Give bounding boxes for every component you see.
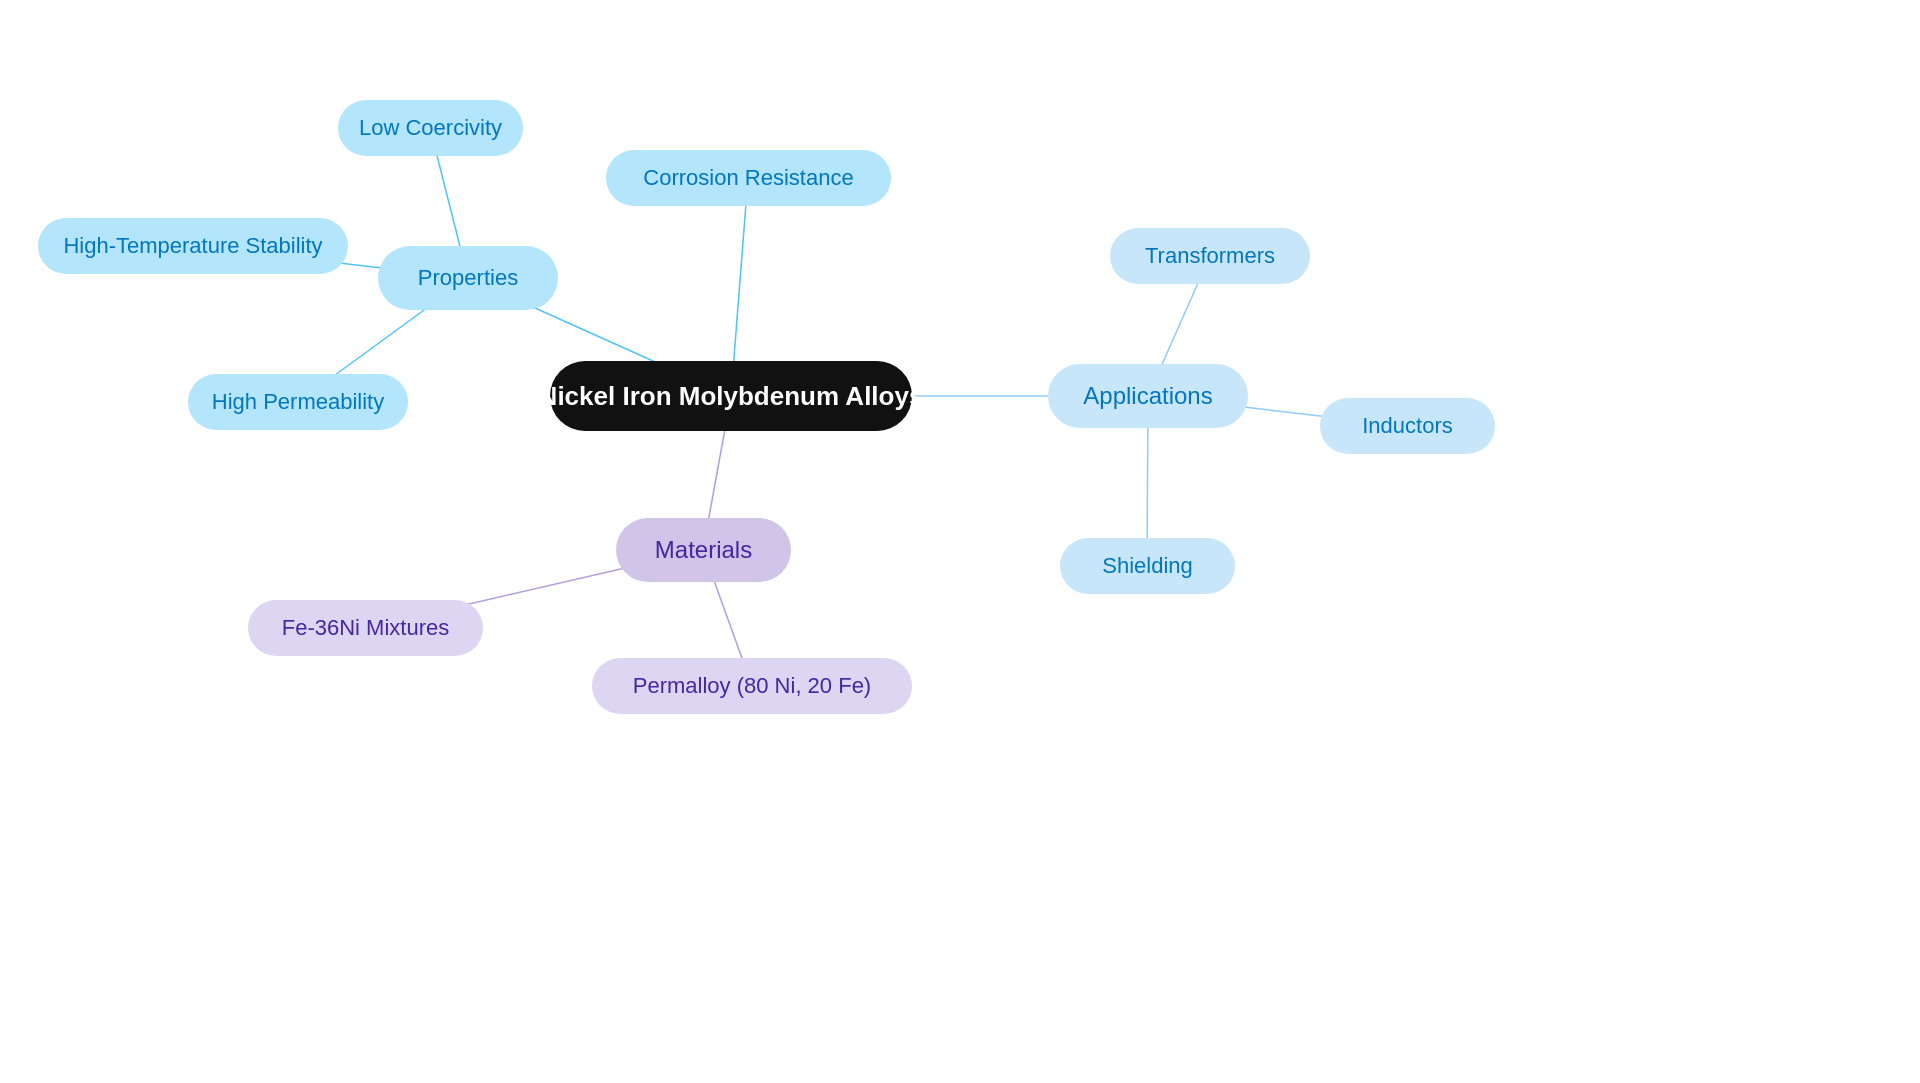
low-coercivity-node: Low Coercivity (338, 100, 523, 156)
high-perm-node: High Permeability (188, 374, 408, 430)
properties-node: Properties (378, 246, 558, 310)
high-temp-node: High-Temperature Stability (38, 218, 348, 274)
inductors-node: Inductors (1320, 398, 1495, 454)
applications-node: Applications (1048, 364, 1248, 428)
transformers-node: Transformers (1110, 228, 1310, 284)
materials-node: Materials (616, 518, 791, 582)
corrosion-node: Corrosion Resistance (606, 150, 891, 206)
shielding-node: Shielding (1060, 538, 1235, 594)
permalloy-node: Permalloy (80 Ni, 20 Fe) (592, 658, 912, 714)
center-node: Nickel Iron Molybdenum Alloys (550, 361, 912, 431)
fe36ni-node: Fe-36Ni Mixtures (248, 600, 483, 656)
